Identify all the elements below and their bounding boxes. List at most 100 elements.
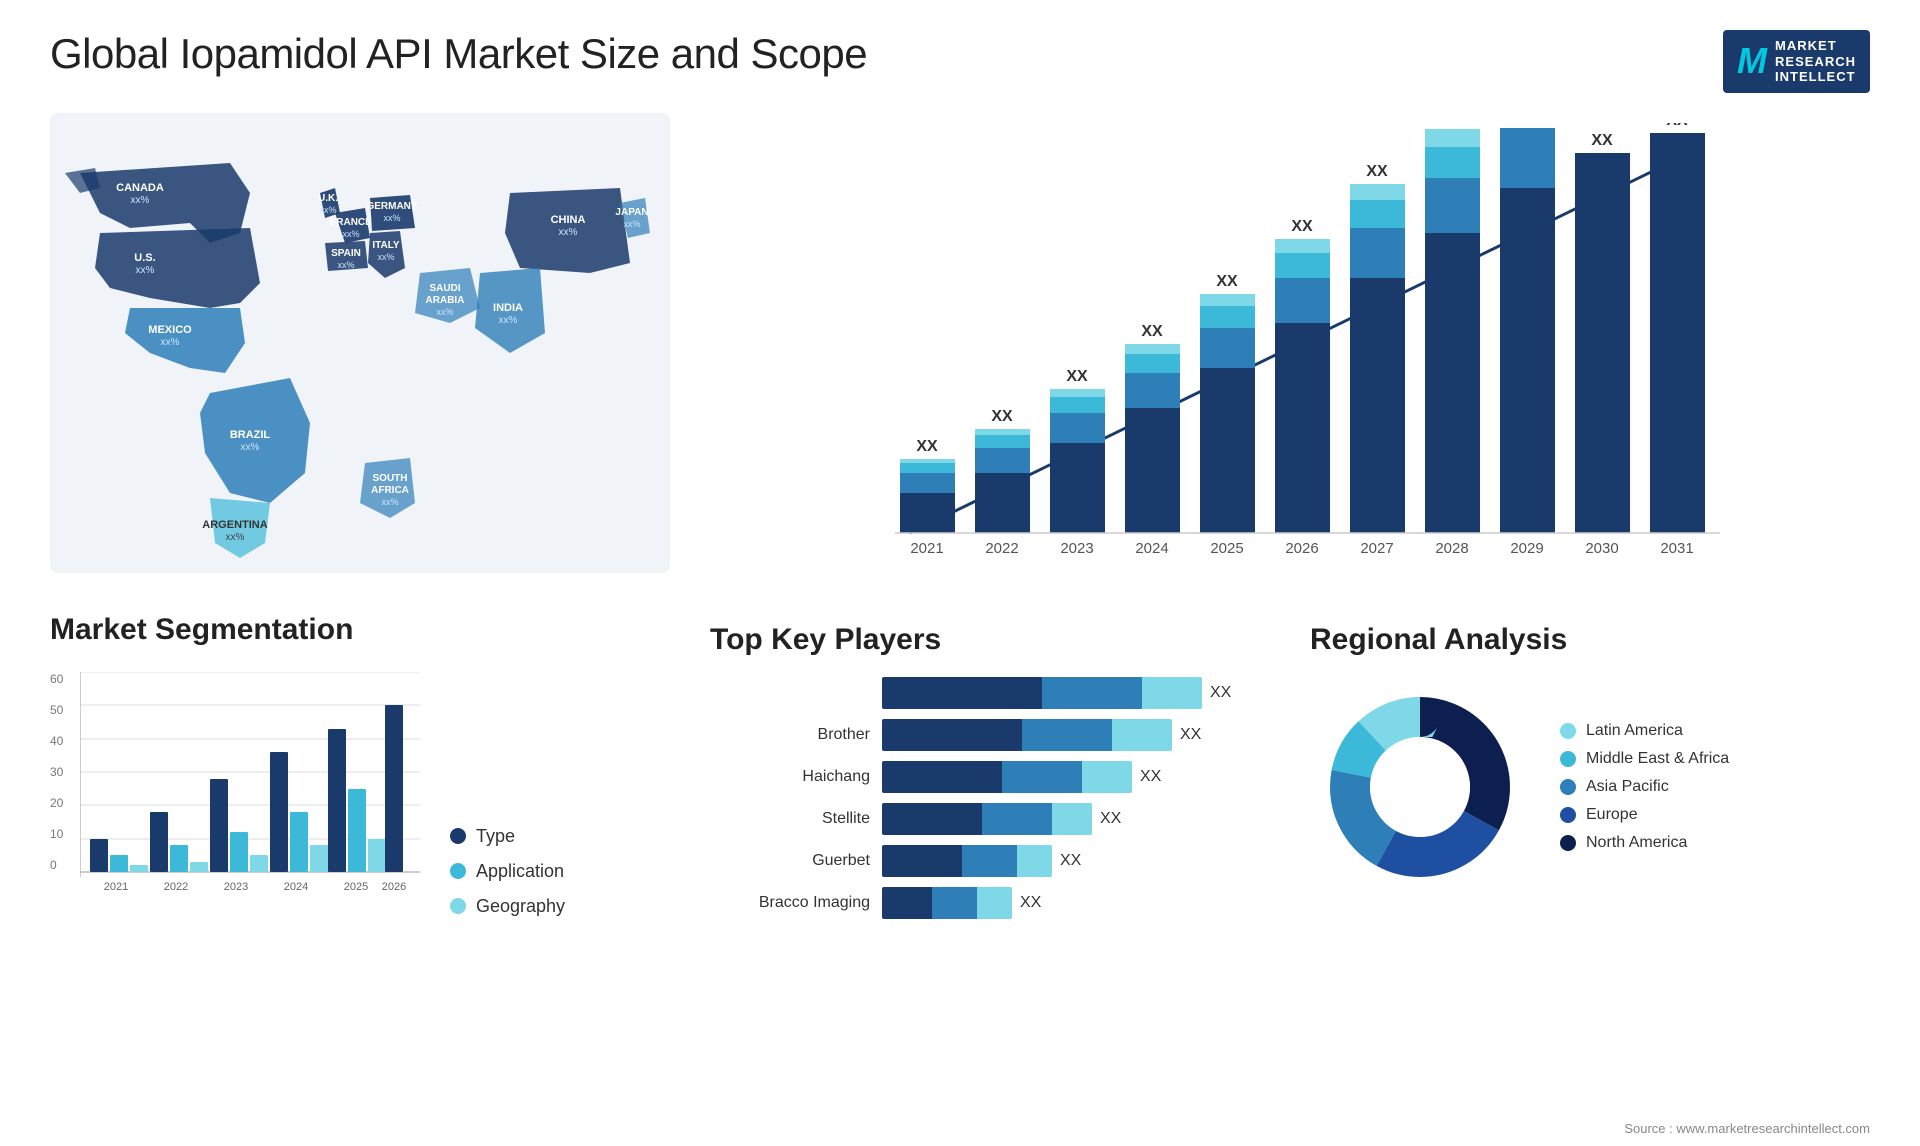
svg-text:U.K.: U.K. [318, 193, 338, 204]
regional-legend: Latin America Middle East & Africa Asia … [1560, 722, 1729, 852]
svg-text:JAPAN: JAPAN [615, 207, 648, 218]
donut-container: Latin America Middle East & Africa Asia … [1310, 677, 1850, 897]
svg-text:2029: 2029 [1510, 540, 1543, 557]
middle-east-dot [1560, 751, 1576, 767]
player-row-haichang: Haichang XX [710, 761, 1250, 793]
svg-text:2026: 2026 [382, 881, 406, 893]
logo-box: M MARKET RESEARCH INTELLECT [1723, 30, 1870, 93]
legend-type-label: Type [476, 826, 515, 847]
source-text: Source : www.marketresearchintellect.com [1624, 1121, 1870, 1136]
legend-north-america: North America [1560, 834, 1729, 852]
svg-text:xx%: xx% [136, 265, 155, 276]
seg-chart-svg: 2021 2022 2023 [80, 672, 420, 912]
svg-text:2022: 2022 [985, 540, 1018, 557]
svg-text:2030: 2030 [1585, 540, 1618, 557]
application-dot [450, 863, 466, 879]
segmentation-section: Market Segmentation 0 10 20 30 40 50 60 [50, 613, 670, 939]
svg-text:XX: XX [916, 438, 938, 455]
svg-text:2021: 2021 [104, 881, 128, 893]
svg-text:FRANCE: FRANCE [330, 217, 372, 228]
svg-text:xx%: xx% [383, 213, 400, 223]
svg-text:SAUDI: SAUDI [429, 283, 460, 294]
svg-text:xx%: xx% [161, 337, 180, 348]
player-bar-bracco: XX [882, 887, 1250, 919]
players-title: Top Key Players [710, 623, 1250, 657]
legend-asia-pacific: Asia Pacific [1560, 778, 1729, 796]
logo: M MARKET RESEARCH INTELLECT [1723, 30, 1870, 93]
geography-dot [450, 898, 466, 914]
latin-america-label: Latin America [1586, 722, 1683, 740]
player-xx-bracco: XX [1020, 894, 1041, 912]
seg-chart-area: 0 10 20 30 40 50 60 [50, 672, 420, 917]
legend-geography: Geography [450, 896, 565, 917]
type-dot [450, 828, 466, 844]
svg-text:2025: 2025 [344, 881, 368, 893]
svg-text:XX: XX [1141, 323, 1163, 340]
player-row-1: XX [710, 677, 1250, 709]
donut-chart [1310, 677, 1530, 897]
player-xx-stellite: XX [1100, 810, 1121, 828]
player-row-brother: Brother XX [710, 719, 1250, 751]
growth-chart-svg: XX 2021 XX 2022 XX 2023 [710, 123, 1850, 583]
svg-text:xx%: xx% [226, 532, 245, 543]
svg-text:XX: XX [1441, 123, 1463, 127]
svg-text:xx%: xx% [241, 442, 260, 453]
legend-middle-east: Middle East & Africa [1560, 750, 1729, 768]
svg-text:xx%: xx% [623, 219, 640, 229]
player-name-brother: Brother [710, 726, 870, 744]
header: Global Iopamidol API Market Size and Sco… [50, 30, 1870, 93]
latin-america-dot [1560, 723, 1576, 739]
main-content: CANADA xx% U.S. xx% MEXICO xx% BRAZIL xx… [50, 113, 1870, 939]
svg-text:xx%: xx% [319, 205, 336, 215]
svg-text:xx%: xx% [381, 497, 398, 507]
player-xx-haichang: XX [1140, 768, 1161, 786]
svg-text:INDIA: INDIA [493, 302, 523, 314]
svg-text:2027: 2027 [1360, 540, 1393, 557]
legend-europe: Europe [1560, 806, 1729, 824]
growth-chart-section: XX 2021 XX 2022 XX 2023 [690, 113, 1870, 593]
middle-east-label: Middle East & Africa [1586, 750, 1729, 768]
player-name-guerbet: Guerbet [710, 852, 870, 870]
player-bar-brother: XX [882, 719, 1250, 751]
europe-dot [1560, 807, 1576, 823]
player-bar-stellite: XX [882, 803, 1250, 835]
svg-text:2024: 2024 [284, 881, 308, 893]
segmentation-container: 0 10 20 30 40 50 60 [50, 662, 670, 917]
world-map: CANADA xx% U.S. xx% MEXICO xx% BRAZIL xx… [50, 113, 670, 593]
legend-latin-america: Latin America [1560, 722, 1729, 740]
player-row-stellite: Stellite XX [710, 803, 1250, 835]
svg-text:MEXICO: MEXICO [148, 324, 192, 336]
svg-text:2028: 2028 [1435, 540, 1468, 557]
player-row-guerbet: Guerbet XX [710, 845, 1250, 877]
svg-text:2026: 2026 [1285, 540, 1318, 557]
player-xx-1: XX [1210, 684, 1231, 702]
player-xx-brother: XX [1180, 726, 1201, 744]
logo-text: MARKET RESEARCH INTELLECT [1775, 38, 1856, 85]
svg-text:2031: 2031 [1660, 540, 1693, 557]
svg-text:2023: 2023 [1060, 540, 1093, 557]
player-bar-guerbet: XX [882, 845, 1250, 877]
bottom-middle: Top Key Players XX Brother [690, 613, 1870, 939]
svg-text:ITALY: ITALY [372, 240, 400, 251]
svg-text:SOUTH: SOUTH [373, 473, 408, 484]
europe-label: Europe [1586, 806, 1638, 824]
svg-text:AFRICA: AFRICA [371, 485, 409, 496]
player-name-stellite: Stellite [710, 810, 870, 828]
regional-section: Regional Analysis [1290, 613, 1870, 939]
north-america-label: North America [1586, 834, 1687, 852]
map-svg: CANADA xx% U.S. xx% MEXICO xx% BRAZIL xx… [50, 113, 670, 573]
players-section: Top Key Players XX Brother [690, 613, 1270, 939]
svg-text:2025: 2025 [1210, 540, 1243, 557]
asia-pacific-dot [1560, 779, 1576, 795]
regional-title: Regional Analysis [1310, 623, 1850, 657]
player-name-bracco: Bracco Imaging [710, 894, 870, 912]
page-container: Global Iopamidol API Market Size and Sco… [0, 0, 1920, 1146]
player-xx-guerbet: XX [1060, 852, 1081, 870]
legend-application-label: Application [476, 861, 564, 882]
svg-text:xx%: xx% [559, 227, 578, 238]
svg-text:xx%: xx% [131, 195, 150, 206]
svg-text:2023: 2023 [224, 881, 248, 893]
player-row-bracco: Bracco Imaging XX [710, 887, 1250, 919]
svg-text:ARABIA: ARABIA [426, 295, 465, 306]
svg-text:xx%: xx% [499, 315, 518, 326]
